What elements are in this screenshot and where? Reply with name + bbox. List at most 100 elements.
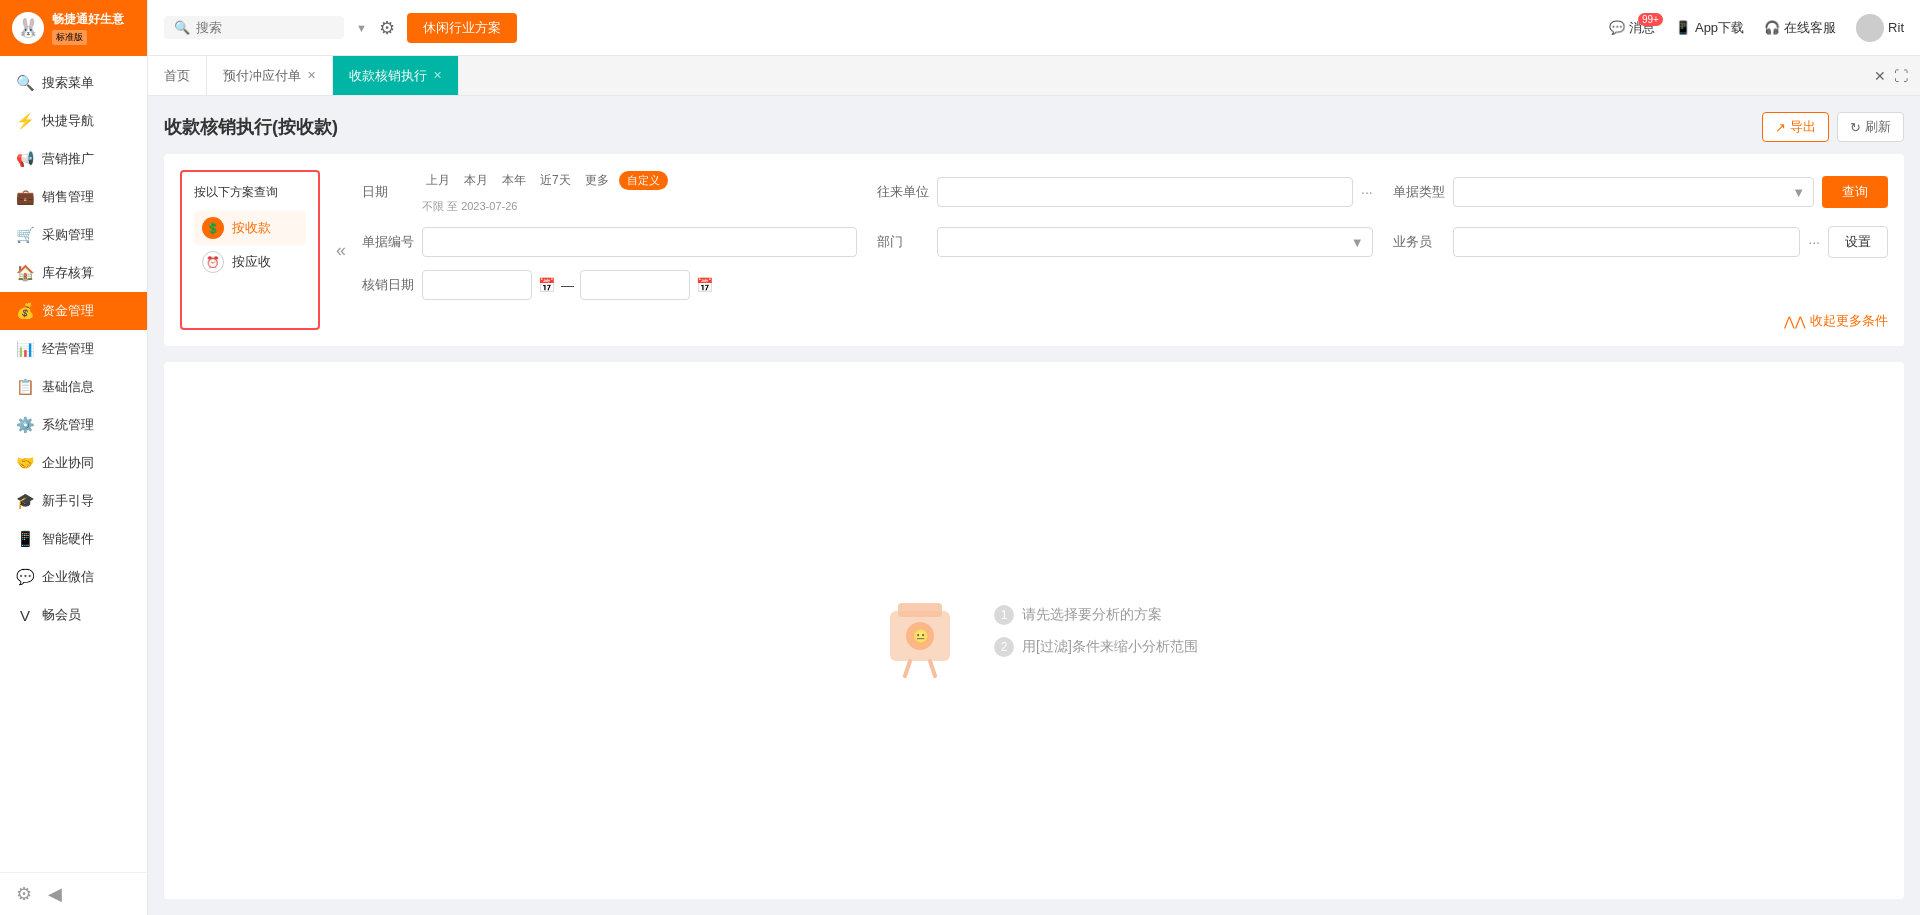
tab-home[interactable]: 首页 (148, 56, 207, 95)
billtype-select[interactable]: ▼ (1453, 177, 1814, 207)
avatar (1856, 14, 1884, 42)
filter-row-sales-inner: 业务员 ··· (1393, 227, 1820, 257)
solution-button[interactable]: 休闲行业方案 (407, 13, 517, 43)
date-7days[interactable]: 近7天 (536, 170, 575, 191)
settings-icon[interactable]: ⚙ (16, 883, 32, 905)
sidebar-item-basic[interactable]: 📋 基础信息 (0, 368, 147, 406)
filter-sidebar: 按以下方案查询 💲 按收款 ⏰ 按应收 (180, 170, 320, 330)
filter-option-by-receipt[interactable]: 💲 按收款 (194, 211, 306, 245)
main-content: 🔍 ▼ ⚙ 休闲行业方案 💬 消息 99+ 📱 App下载 🎧 在线客服 Rit (148, 0, 1920, 915)
search-icon: 🔍 (174, 20, 190, 35)
sidebar-item-purchase[interactable]: 🛒 采购管理 (0, 216, 147, 254)
page-actions: ↗ 导出 ↻ 刷新 (1762, 112, 1904, 142)
sidebar-item-wechat[interactable]: 💬 企业微信 (0, 558, 147, 596)
sidebar-item-collab[interactable]: 🤝 企业协同 (0, 444, 147, 482)
svg-line-5 (930, 661, 935, 676)
app-download-button[interactable]: 📱 App下载 (1675, 19, 1744, 37)
page-content: 收款核销执行(按收款) ↗ 导出 ↻ 刷新 按以下方案查询 💲 按收款 (148, 96, 1920, 915)
search-menu-icon: 🔍 (16, 74, 34, 92)
message-button[interactable]: 💬 消息 99+ (1609, 19, 1655, 37)
export-icon: ↗ (1775, 120, 1786, 135)
collapse-icon: ⋀⋀ (1784, 314, 1806, 329)
collab-icon: 🤝 (16, 454, 34, 472)
refresh-button[interactable]: ↻ 刷新 (1837, 112, 1904, 142)
filter-panel: 按以下方案查询 💲 按收款 ⏰ 按应收 « 日期 上月 (164, 154, 1904, 346)
billno-input[interactable] (422, 227, 857, 257)
filter-collapse-btn[interactable]: « (332, 170, 350, 330)
logo-icon: 🐰 (12, 12, 44, 44)
filter-row-billtype: 单据类型 ▼ (1393, 177, 1814, 207)
settings-button[interactable]: 设置 (1828, 226, 1888, 258)
date-label: 日期 (362, 183, 414, 201)
finance-icon: 💰 (16, 302, 34, 320)
sidebar-item-guide[interactable]: 🎓 新手引导 (0, 482, 147, 520)
sales-more-icon[interactable]: ··· (1808, 234, 1820, 250)
counterparty-more-icon[interactable]: ··· (1361, 184, 1373, 200)
topbar-gear-icon[interactable]: ⚙ (379, 17, 395, 39)
verify-start-date[interactable]: 2023-03-01 (422, 270, 532, 300)
purchase-icon: 🛒 (16, 226, 34, 244)
dept-select[interactable]: ▼ (937, 227, 1372, 257)
empty-illustration: 😐 (870, 581, 970, 681)
sales-input[interactable] (1453, 227, 1801, 257)
empty-hint-2: 2 用[过滤]条件来缩小分析范围 (994, 637, 1198, 657)
tab-close-collection[interactable]: ✕ (433, 69, 442, 82)
sidebar-item-operation[interactable]: 📊 经营管理 (0, 330, 147, 368)
sidebar-bottom: ⚙ ◀ (0, 872, 147, 915)
sidebar-item-sales[interactable]: 💼 销售管理 (0, 178, 147, 216)
dept-chevron: ▼ (1351, 235, 1364, 250)
verify-end-date[interactable]: 2023-07-21 (580, 270, 690, 300)
date-last-month[interactable]: 上月 (422, 170, 454, 191)
sidebar-item-search[interactable]: 🔍 搜索菜单 (0, 64, 147, 102)
user-menu[interactable]: Rit (1856, 14, 1904, 42)
collapse-sidebar-icon[interactable]: ◀ (48, 883, 62, 905)
tab-prepay[interactable]: 预付冲应付单 ✕ (207, 56, 333, 95)
tab-close-all-icon[interactable]: ✕ (1874, 68, 1886, 84)
by-receivable-icon: ⏰ (202, 251, 224, 273)
page-title: 收款核销执行(按收款) (164, 115, 338, 139)
date-more[interactable]: 更多 (581, 170, 613, 191)
tab-collection[interactable]: 收款核销执行 ✕ (333, 56, 459, 95)
svg-rect-1 (898, 603, 942, 617)
quicknav-icon: ⚡ (16, 112, 34, 130)
hardware-icon: 📱 (16, 530, 34, 548)
sidebar-logo: 🐰 畅捷通好生意 标准版 (0, 0, 147, 56)
billtype-chevron: ▼ (1792, 185, 1805, 200)
export-button[interactable]: ↗ 导出 (1762, 112, 1829, 142)
tabs-bar: 首页 预付冲应付单 ✕ 收款核销执行 ✕ ✕ ⛶ (148, 56, 1920, 96)
date-this-year[interactable]: 本年 (498, 170, 530, 191)
date-shortcuts-group: 上月 本月 本年 近7天 更多 自定义 不限 至 2023-07-26 (422, 170, 769, 214)
sidebar-item-finance[interactable]: 💰 资金管理 (0, 292, 147, 330)
dept-label: 部门 (877, 233, 929, 251)
tabs-spacer (459, 56, 1862, 95)
sidebar-item-member[interactable]: V 畅会员 (0, 596, 147, 634)
sidebar-item-marketing[interactable]: 📢 营销推广 (0, 140, 147, 178)
search-chevron-icon: ▼ (356, 22, 367, 34)
date-unlimit-text: 不限 至 2023-07-26 (422, 199, 769, 214)
filter-option-by-receivable[interactable]: ⏰ 按应收 (194, 245, 306, 279)
sales-icon: 💼 (16, 188, 34, 206)
date-custom-tag[interactable]: 自定义 (619, 171, 668, 190)
topbar: 🔍 ▼ ⚙ 休闲行业方案 💬 消息 99+ 📱 App下载 🎧 在线客服 Rit (148, 0, 1920, 56)
inventory-icon: 🏠 (16, 264, 34, 282)
verify-start-calendar-icon[interactable]: 📅 (538, 277, 555, 293)
date-this-month[interactable]: 本月 (460, 170, 492, 191)
filter-sidebar-title: 按以下方案查询 (194, 184, 306, 201)
marketing-icon: 📢 (16, 150, 34, 168)
sidebar-item-inventory[interactable]: 🏠 库存核算 (0, 254, 147, 292)
tab-fullscreen-icon[interactable]: ⛶ (1894, 68, 1908, 84)
sidebar-item-system[interactable]: ⚙️ 系统管理 (0, 406, 147, 444)
svg-text:😐: 😐 (912, 628, 930, 645)
online-service-button[interactable]: 🎧 在线客服 (1764, 19, 1836, 37)
counterparty-input[interactable] (937, 177, 1353, 207)
topbar-search-box[interactable]: 🔍 (164, 16, 344, 39)
query-button[interactable]: 查询 (1822, 176, 1888, 208)
verify-end-calendar-icon[interactable]: 📅 (696, 277, 713, 293)
empty-state: 😐 1 请先选择要分析的方案 2 用[过滤]条件来缩小分析范围 (164, 362, 1904, 899)
sidebar-item-hardware[interactable]: 📱 智能硬件 (0, 520, 147, 558)
collapse-more-conditions[interactable]: ⋀⋀ 收起更多条件 (362, 312, 1888, 330)
tab-close-prepay[interactable]: ✕ (307, 69, 316, 82)
wechat-icon: 💬 (16, 568, 34, 586)
sidebar-item-quicknav[interactable]: ⚡ 快捷导航 (0, 102, 147, 140)
search-input[interactable] (196, 20, 316, 35)
